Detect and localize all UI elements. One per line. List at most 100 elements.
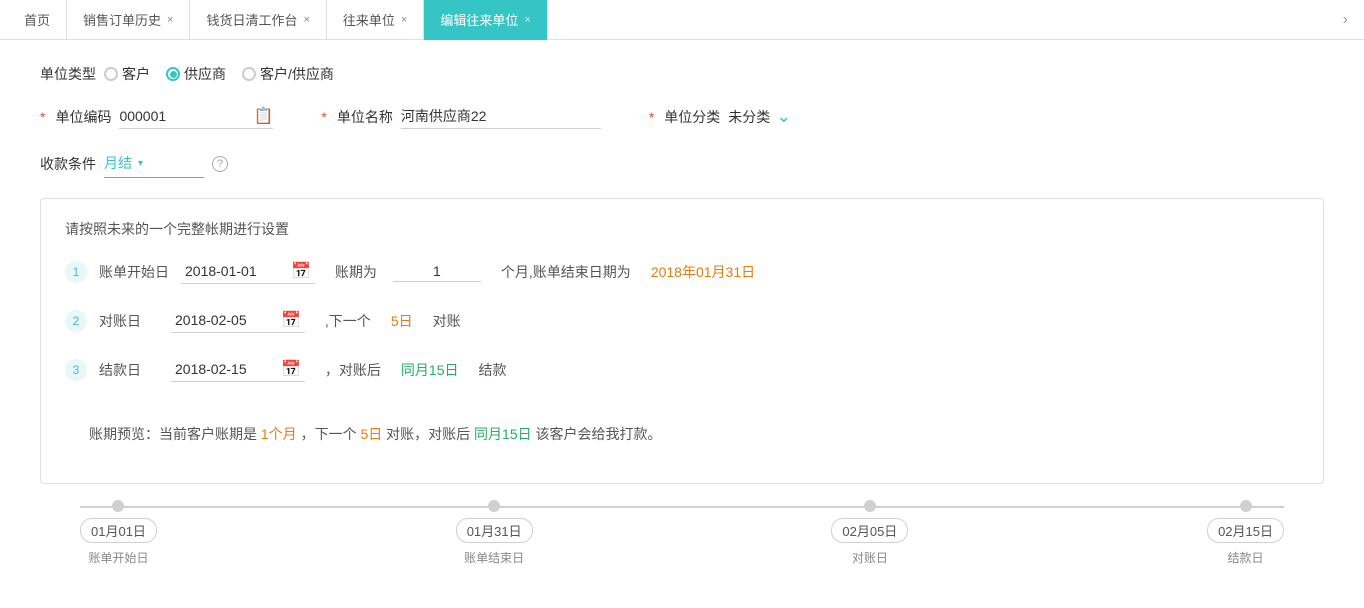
timeline-items: 01月01日 账单开始日 01月31日 账单结束日 02月05日 对账日 02月…	[80, 500, 1284, 566]
tab-edit-partner[interactable]: 编辑往来单位 ×	[424, 0, 547, 40]
unit-code-star: *	[40, 109, 45, 125]
node-dot-2	[864, 500, 876, 512]
payment-chevron-icon: ▾	[138, 158, 143, 169]
timeline-node-1: 01月31日 账单结束日	[456, 500, 533, 566]
step-3-date-wrap: 📅	[171, 357, 305, 382]
step-1-date-input[interactable]	[185, 263, 285, 279]
tabs-bar: 首页 销售订单历史 × 钱货日清工作台 × 往来单位 × 编辑往来单位 × ›	[0, 0, 1364, 40]
payment-value: 月结	[104, 153, 132, 173]
unit-type-label: 单位类型	[40, 64, 96, 84]
step-2-label: 对账日	[99, 311, 159, 331]
unit-info-row: * 单位编码 📋 * 单位名称 * 单位分类 未分类 ⌄	[40, 104, 1324, 129]
radio-customer[interactable]: 客户	[104, 64, 150, 84]
unit-type-radio-group: 客户 供应商 客户/供应商	[104, 64, 334, 84]
timeline-node-2: 02月05日 对账日	[831, 500, 908, 566]
node-sublabel-2: 对账日	[852, 549, 888, 566]
unit-type-row: 单位类型 客户 供应商 客户/供应商	[40, 64, 1324, 84]
payment-help-icon[interactable]: ?	[212, 156, 228, 172]
section-instruction: 请按照未来的一个完整帐期进行设置	[65, 219, 1299, 239]
unit-class-select[interactable]: 未分类 ⌄	[728, 106, 791, 127]
radio-supplier-circle	[166, 67, 180, 81]
unit-code-label: 单位编码	[55, 107, 111, 127]
tabs-expand-icon[interactable]: ›	[1335, 11, 1356, 29]
node-dot-3	[1240, 500, 1252, 512]
step-3-num: 3	[65, 359, 87, 381]
unit-class-chevron-icon: ⌄	[776, 106, 791, 127]
step-2-desc-suffix: 对账	[433, 311, 461, 331]
node-sublabel-3: 结款日	[1228, 549, 1264, 566]
close-tab-edit-partner[interactable]: ×	[524, 14, 530, 26]
step-1-period-wrap	[393, 261, 481, 282]
unit-name-input[interactable]	[401, 104, 601, 129]
step-2-row: 2 对账日 📅 ,下一个 5日 对账	[65, 308, 1299, 333]
step-2-desc-highlight: 5日	[391, 311, 413, 331]
step-1-row: 1 账单开始日 📅 账期为 个月,账单结束日期为 2018年01月31日	[65, 259, 1299, 284]
unit-code-icon[interactable]: 📋	[253, 106, 273, 126]
close-tab-sales-history[interactable]: ×	[167, 14, 173, 26]
step-3-desc-prefix: ，对账后	[325, 360, 381, 380]
radio-both[interactable]: 客户/供应商	[242, 64, 334, 84]
payment-row: 收款条件 月结 ▾ ?	[40, 149, 1324, 178]
tab-partner[interactable]: 往来单位 ×	[327, 0, 424, 40]
unit-class-label: 单位分类	[664, 107, 720, 127]
preview-prefix: 账期预览：当前客户账期是	[89, 426, 257, 442]
timeline-node-0: 01月01日 账单开始日	[80, 500, 157, 566]
close-tab-cashflow[interactable]: ×	[303, 14, 309, 26]
step-1-period-end: 2018年01月31日	[651, 262, 755, 282]
radio-both-label: 客户/供应商	[260, 64, 334, 84]
timeline-section: 01月01日 账单开始日 01月31日 账单结束日 02月05日 对账日 02月…	[40, 484, 1324, 566]
period-section: 请按照未来的一个完整帐期进行设置 1 账单开始日 📅 账期为 个月,账单结束日期…	[40, 198, 1324, 484]
unit-code-group: * 单位编码 📋	[40, 104, 273, 129]
step-3-desc-highlight: 同月15日	[401, 360, 459, 380]
preview-sep1: ，下一个	[301, 426, 357, 442]
main-content: 单位类型 客户 供应商 客户/供应商 * 单位编码 📋	[0, 40, 1364, 608]
step-2-date-wrap: 📅	[171, 308, 305, 333]
step-3-date-input[interactable]	[175, 361, 275, 377]
node-label-3: 02月15日	[1207, 518, 1284, 543]
unit-class-star: *	[649, 109, 654, 125]
preview-suffix: 该客户会给我打款。	[536, 426, 662, 442]
preview-part3: 同月15日	[474, 426, 532, 442]
node-label-2: 02月05日	[831, 518, 908, 543]
step-3-calendar-icon[interactable]: 📅	[281, 359, 301, 379]
preview-part2: 5日	[360, 426, 382, 442]
node-label-0: 01月01日	[80, 518, 157, 543]
step-2-num: 2	[65, 310, 87, 332]
preview-section: 账期预览：当前客户账期是 1个月 ，下一个 5日 对账，对账后 同月15日 该客…	[65, 406, 1299, 463]
radio-supplier-label: 供应商	[184, 64, 226, 84]
unit-name-star: *	[321, 109, 326, 125]
node-label-1: 01月31日	[456, 518, 533, 543]
step-3-desc-suffix: 结款	[479, 360, 507, 380]
payment-select[interactable]: 月结 ▾	[104, 149, 204, 178]
radio-supplier[interactable]: 供应商	[166, 64, 226, 84]
step-2-date-input[interactable]	[175, 312, 275, 328]
radio-customer-label: 客户	[122, 64, 150, 84]
tab-sales-history[interactable]: 销售订单历史 ×	[67, 0, 190, 40]
node-dot-1	[488, 500, 500, 512]
unit-class-value: 未分类	[728, 107, 770, 127]
step-2-desc-prefix: ,下一个	[325, 311, 371, 331]
timeline-node-3: 02月15日 结款日	[1207, 500, 1284, 566]
step-2-calendar-icon[interactable]: 📅	[281, 310, 301, 330]
radio-both-circle	[242, 67, 256, 81]
radio-customer-circle	[104, 67, 118, 81]
tab-cashflow[interactable]: 钱货日清工作台 ×	[190, 0, 326, 40]
unit-name-label: 单位名称	[337, 107, 393, 127]
step-1-num: 1	[65, 261, 87, 283]
preview-sep2: 对账，对账后	[386, 426, 470, 442]
step-1-period-input[interactable]	[397, 263, 477, 279]
step-1-period-prefix: 账期为	[335, 262, 377, 282]
node-dot-0	[112, 500, 124, 512]
node-sublabel-0: 账单开始日	[88, 549, 148, 566]
unit-code-input[interactable]	[119, 104, 249, 128]
step-3-label: 结款日	[99, 360, 159, 380]
preview-part1: 1个月	[261, 426, 297, 442]
node-sublabel-1: 账单结束日	[464, 549, 524, 566]
unit-name-group: * 单位名称	[321, 104, 600, 129]
unit-code-input-wrap: 📋	[119, 104, 273, 129]
tab-home[interactable]: 首页	[8, 0, 67, 40]
step-1-calendar-icon[interactable]: 📅	[291, 261, 311, 281]
step-1-date-wrap: 📅	[181, 259, 315, 284]
step-3-row: 3 结款日 📅 ，对账后 同月15日 结款	[65, 357, 1299, 382]
close-tab-partner[interactable]: ×	[401, 14, 407, 26]
